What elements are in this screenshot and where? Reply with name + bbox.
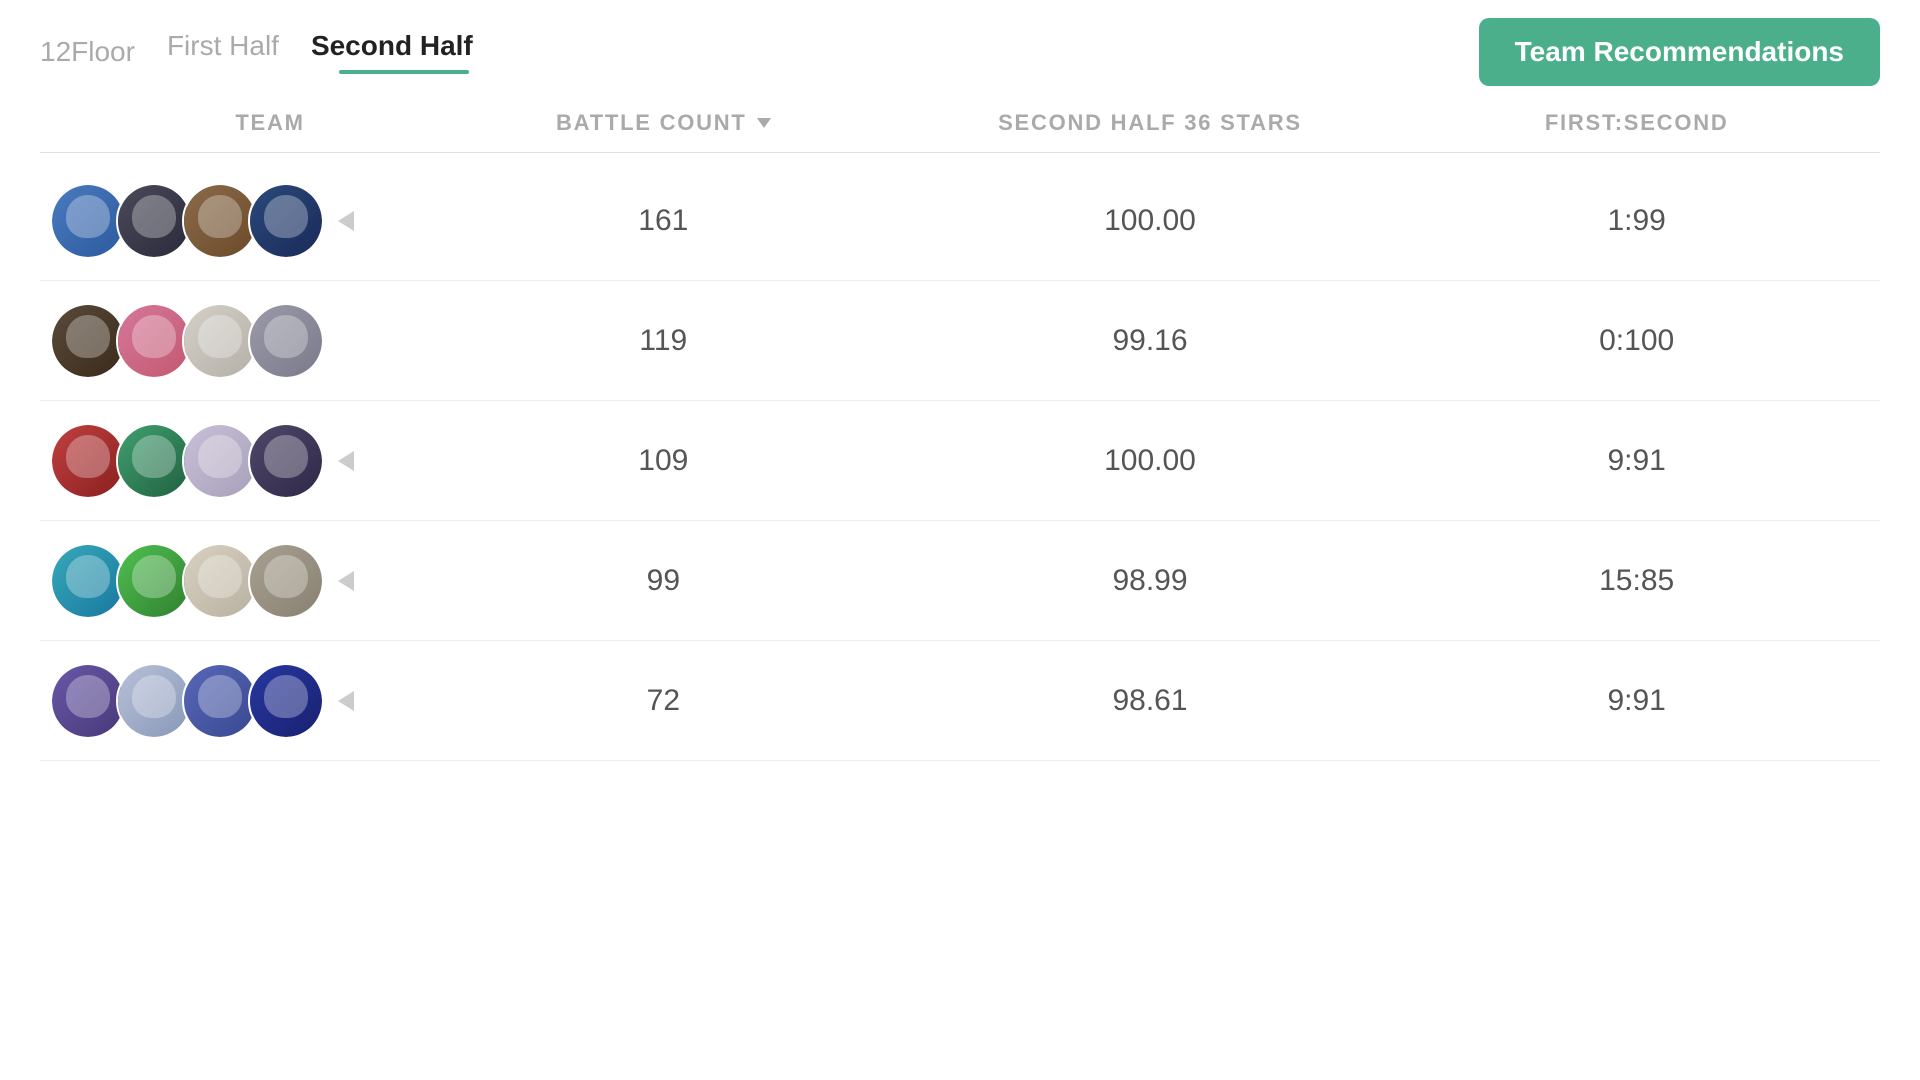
avatar-group [50,183,324,259]
tab-first-half[interactable]: First Half [167,30,279,70]
avatar [116,663,192,739]
ratio-cell: 1:99 [1393,204,1880,238]
table-row: 119 99.16 0:100 [40,281,1880,401]
team-cell [40,543,420,619]
tab-group: First Half Second Half [167,30,473,74]
battle-count-cell: 109 [420,444,907,478]
avatar [248,543,324,619]
avatar-group [50,303,324,379]
table-header: TEAM BATTLE COUNT SECOND HALF 36 STARS F… [40,110,1880,153]
avatar [50,183,126,259]
team-cell [40,183,420,259]
stars-cell: 99.16 [907,324,1394,358]
battle-count-cell: 161 [420,204,907,238]
avatar [182,663,258,739]
tabs: First Half Second Half [167,30,473,70]
battle-count-cell: 119 [420,324,907,358]
floor-label[interactable]: 12Floor [40,36,135,68]
avatar [182,303,258,379]
avatar-group [50,543,324,619]
team-cell [40,303,420,379]
stars-cell: 98.61 [907,684,1394,718]
avatar [182,183,258,259]
sort-arrow-icon [757,118,771,128]
team-indicator-icon [338,571,354,591]
team-indicator-icon [338,691,354,711]
ratio-cell: 9:91 [1393,684,1880,718]
header: 12Floor First Half Second Half Team Reco… [40,18,1880,86]
avatar [248,423,324,499]
avatar-group [50,423,324,499]
tab-second-half[interactable]: Second Half [311,30,473,70]
ratio-cell: 15:85 [1393,564,1880,598]
team-indicator-icon [338,451,354,471]
avatar [248,183,324,259]
table-row: 109 100.00 9:91 [40,401,1880,521]
avatar [116,543,192,619]
ratio-cell: 0:100 [1393,324,1880,358]
col-header-battle-count[interactable]: BATTLE COUNT [420,110,907,136]
ratio-cell: 9:91 [1393,444,1880,478]
stars-cell: 98.99 [907,564,1394,598]
avatar [116,423,192,499]
data-table: TEAM BATTLE COUNT SECOND HALF 36 STARS F… [40,110,1880,761]
table-row: 72 98.61 9:91 [40,641,1880,761]
team-indicator-icon [338,211,354,231]
avatar [50,303,126,379]
team-cell [40,423,420,499]
battle-count-cell: 99 [420,564,907,598]
avatar [248,663,324,739]
avatar [50,543,126,619]
col-header-team: TEAM [40,110,420,136]
stars-cell: 100.00 [907,204,1394,238]
stars-cell: 100.00 [907,444,1394,478]
table-row: 161 100.00 1:99 [40,161,1880,281]
team-recommendations-button[interactable]: Team Recommendations [1479,18,1880,86]
col-header-second-half-stars: SECOND HALF 36 STARS [907,110,1394,136]
battle-count-cell: 72 [420,684,907,718]
avatar-group [50,663,324,739]
team-cell [40,663,420,739]
avatar [50,663,126,739]
tab-active-underline [339,70,469,74]
avatar [116,183,192,259]
table-row: 99 98.99 15:85 [40,521,1880,641]
avatar [248,303,324,379]
col-header-first-second: FIRST:SECOND [1393,110,1880,136]
avatar [116,303,192,379]
avatar [50,423,126,499]
header-left: 12Floor First Half Second Half [40,30,473,74]
avatar [182,423,258,499]
page-container: 12Floor First Half Second Half Team Reco… [0,0,1920,1080]
avatar [182,543,258,619]
